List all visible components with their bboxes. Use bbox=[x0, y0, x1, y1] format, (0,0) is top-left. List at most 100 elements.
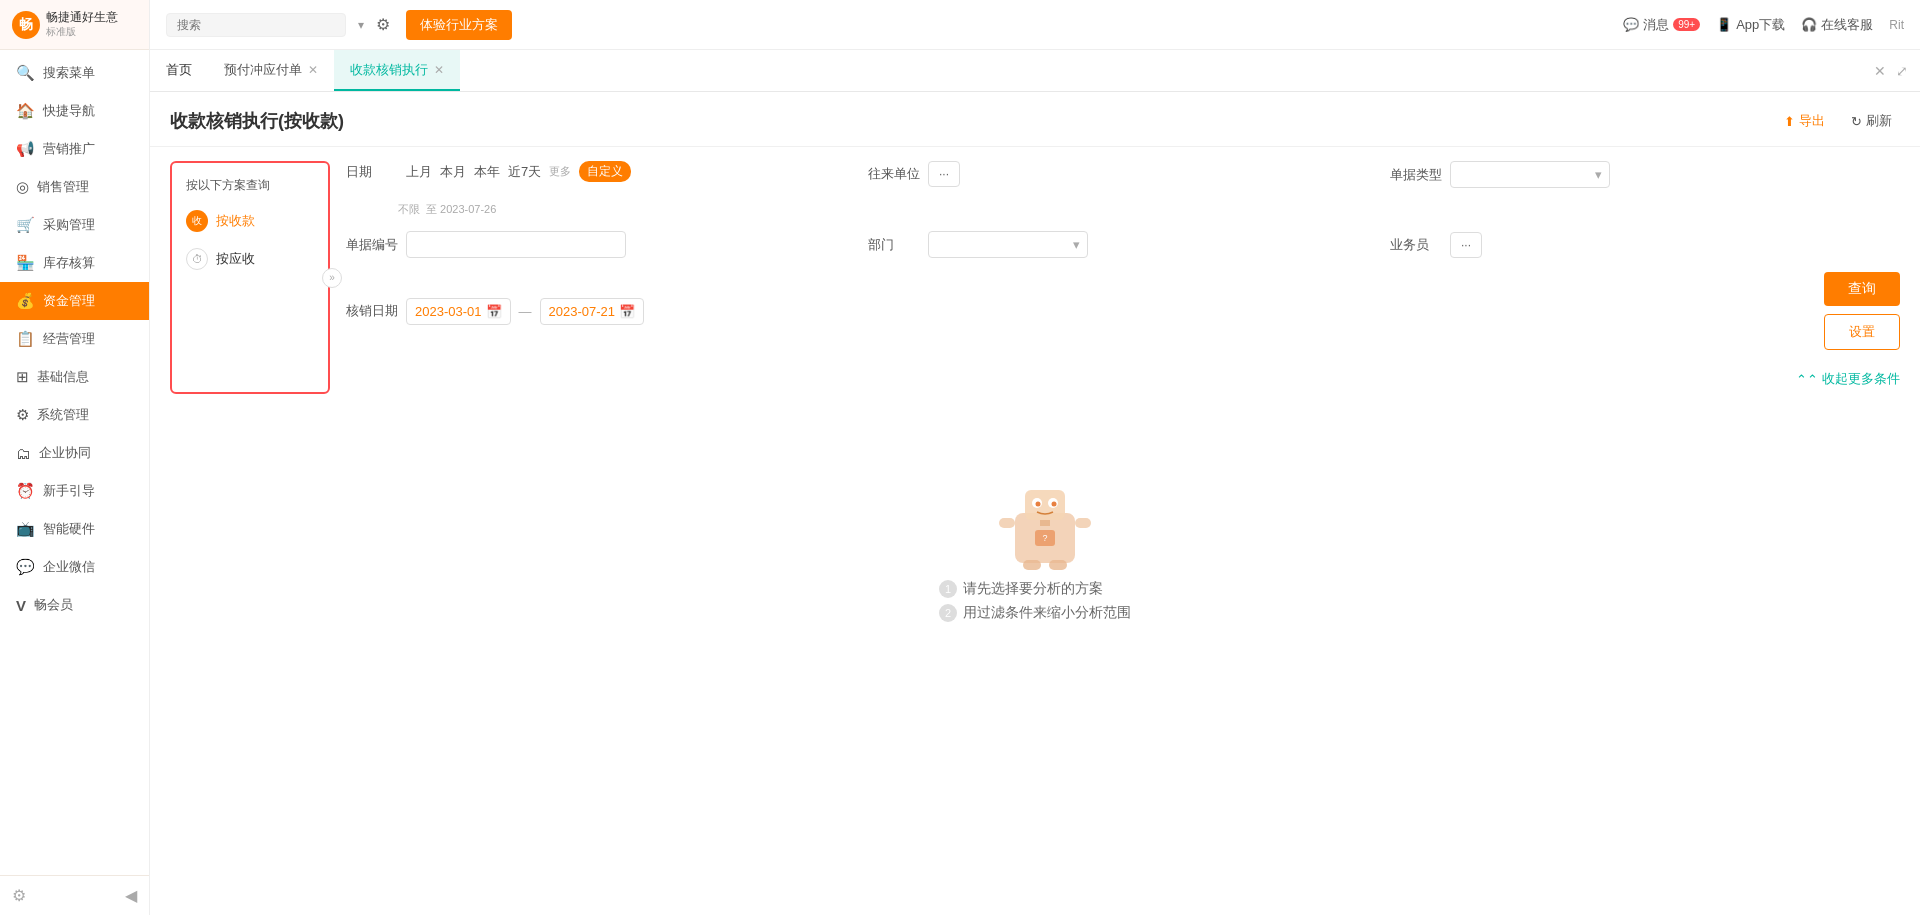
filter-option-by-receivable[interactable]: ⏱ 按应收 bbox=[172, 240, 328, 278]
sidebar-item-guide[interactable]: ⏰新手引导 bbox=[0, 472, 149, 510]
query-btn-col: 查询 设置 bbox=[1824, 272, 1900, 350]
sidebar-item-wechat[interactable]: 💬企业微信 bbox=[0, 548, 149, 586]
online-service-action[interactable]: 🎧 在线客服 bbox=[1801, 16, 1873, 34]
logo-subtitle: 标准版 bbox=[46, 25, 118, 39]
settings-gear-icon[interactable]: ⚙ bbox=[376, 15, 390, 34]
svg-rect-10 bbox=[1049, 560, 1067, 570]
main-area: ▾ ⚙ 体验行业方案 💬 消息 99+ 📱 App下载 🎧 在线客服 Rit 首… bbox=[150, 0, 1920, 915]
svg-rect-6 bbox=[1040, 520, 1050, 526]
date-7days[interactable]: 近7天 bbox=[508, 163, 541, 181]
receivable-icon: ⏱ bbox=[186, 248, 208, 270]
filter-date-label: 日期 bbox=[346, 163, 398, 181]
svg-rect-1 bbox=[1025, 490, 1065, 520]
query-button[interactable]: 查询 bbox=[1824, 272, 1900, 306]
filter-sidebar-title: 按以下方案查询 bbox=[172, 173, 328, 202]
date-more[interactable]: 更多 bbox=[549, 164, 571, 179]
date-options: 上月 本月 本年 近7天 更多 自定义 bbox=[406, 161, 631, 182]
verify-date-start-text: 2023-03-01 bbox=[415, 304, 482, 319]
date-no-limit: 不限 bbox=[398, 202, 420, 217]
sidebar-item-search-menu[interactable]: 🔍搜索菜单 bbox=[0, 54, 149, 92]
doc-number-input[interactable] bbox=[406, 231, 626, 258]
page-header: 收款核销执行(按收款) ⬆ 导出 ↻ 刷新 bbox=[150, 92, 1920, 147]
app-icon: 📱 bbox=[1716, 17, 1732, 32]
filter-date-col: 日期 上月 本月 本年 近7天 更多 自定义 bbox=[346, 161, 856, 182]
date-this-year[interactable]: 本年 bbox=[474, 163, 500, 181]
tip-num-2: 2 bbox=[939, 604, 957, 622]
tab-receivable-close[interactable]: ✕ bbox=[434, 63, 444, 77]
filter-area: 按以下方案查询 收 按收款 ⏱ 按应收 » 日期 bbox=[150, 147, 1920, 408]
doc-type-select[interactable] bbox=[1450, 161, 1610, 188]
sidebar-item-funds[interactable]: 💰资金管理 bbox=[0, 282, 149, 320]
calendar-end-icon: 📅 bbox=[619, 304, 635, 319]
sidebar-item-basic-info[interactable]: ⊞基础信息 bbox=[0, 358, 149, 396]
expand-icon[interactable]: ⤢ bbox=[1896, 63, 1908, 79]
empty-tip-2: 2 用过滤条件来缩小分析范围 bbox=[939, 604, 1131, 622]
page-header-actions: ⬆ 导出 ↻ 刷新 bbox=[1776, 108, 1900, 134]
doc-type-select-wrapper bbox=[1450, 161, 1610, 188]
tab-home[interactable]: 首页 bbox=[150, 50, 208, 91]
svg-text:?: ? bbox=[1042, 533, 1047, 543]
sidebar-item-vip[interactable]: V畅会员 bbox=[0, 586, 149, 624]
filter-dept-label: 部门 bbox=[868, 236, 920, 254]
filter-verify-date-col: 核销日期 2023-03-01 📅 — 2023-07-21 📅 bbox=[346, 298, 1374, 325]
collapse-sidebar-icon[interactable]: ◀ bbox=[125, 886, 137, 905]
svg-rect-9 bbox=[1023, 560, 1041, 570]
dept-select[interactable] bbox=[928, 231, 1088, 258]
message-icon: 💬 bbox=[1623, 17, 1639, 32]
sidebar-item-operations[interactable]: 📋经营管理 bbox=[0, 320, 149, 358]
filter-option-by-receipt[interactable]: 收 按收款 bbox=[172, 202, 328, 240]
date-custom-badge[interactable]: 自定义 bbox=[579, 161, 631, 182]
tab-actions: ✕ ⤢ bbox=[1862, 50, 1920, 91]
svg-rect-7 bbox=[999, 518, 1015, 528]
sidebar-item-purchase[interactable]: 🛒采购管理 bbox=[0, 206, 149, 244]
industry-solution-button[interactable]: 体验行业方案 bbox=[406, 10, 512, 40]
tab-prepaid[interactable]: 预付冲应付单 ✕ bbox=[208, 50, 334, 91]
sidebar-item-quick-nav[interactable]: 🏠快捷导航 bbox=[0, 92, 149, 130]
message-badge: 99+ bbox=[1673, 18, 1700, 31]
sidebar-item-marketing[interactable]: 📢营销推广 bbox=[0, 130, 149, 168]
tab-receivable[interactable]: 收款核销执行 ✕ bbox=[334, 50, 460, 91]
sidebar-item-system[interactable]: ⚙系统管理 bbox=[0, 396, 149, 434]
verify-date-end-text: 2023-07-21 bbox=[549, 304, 616, 319]
filter-staff-col: 业务员 ··· bbox=[1390, 232, 1900, 258]
verify-date-range: 2023-03-01 📅 — 2023-07-21 📅 bbox=[406, 298, 644, 325]
date-this-month[interactable]: 本月 bbox=[440, 163, 466, 181]
export-button[interactable]: ⬆ 导出 bbox=[1776, 108, 1833, 134]
filter-sidebar: 按以下方案查询 收 按收款 ⏱ 按应收 » bbox=[170, 161, 330, 394]
partner-ellipsis-btn[interactable]: ··· bbox=[928, 161, 960, 187]
staff-ellipsis-btn[interactable]: ··· bbox=[1450, 232, 1482, 258]
logo-icon: 畅 bbox=[12, 11, 40, 39]
logo: 畅 畅捷通好生意 标准版 bbox=[0, 0, 149, 50]
sidebar-item-smart-hardware[interactable]: 📺智能硬件 bbox=[0, 510, 149, 548]
search-chevron-icon[interactable]: ▾ bbox=[358, 18, 364, 32]
calendar-start-icon: 📅 bbox=[486, 304, 502, 319]
sidebar-nav: 🔍搜索菜单 🏠快捷导航 📢营销推广 ◎销售管理 🛒采购管理 🏪库存核算 💰资金管… bbox=[0, 50, 149, 875]
date-last-month[interactable]: 上月 bbox=[406, 163, 432, 181]
filter-sidebar-collapse[interactable]: » bbox=[322, 268, 342, 288]
sidebar-item-sales[interactable]: ◎销售管理 bbox=[0, 168, 149, 206]
filter-main: 日期 上月 本月 本年 近7天 更多 自定义 往来单位 ··· bbox=[346, 161, 1900, 394]
settings-icon[interactable]: ⚙ bbox=[12, 886, 26, 905]
close-window-icon[interactable]: ✕ bbox=[1874, 63, 1886, 79]
verify-date-end-input[interactable]: 2023-07-21 📅 bbox=[540, 298, 645, 325]
tip-num-1: 1 bbox=[939, 580, 957, 598]
export-icon: ⬆ bbox=[1784, 114, 1795, 129]
app-download-action[interactable]: 📱 App下载 bbox=[1716, 16, 1785, 34]
date-range-separator: — bbox=[519, 304, 532, 319]
topbar-search-input[interactable] bbox=[166, 13, 346, 37]
empty-state: ? 1 请先选择要分析的方案 2 用过滤条件来缩小分析范围 bbox=[150, 408, 1920, 688]
svg-point-5 bbox=[1052, 502, 1057, 507]
sidebar-item-enterprise[interactable]: 🗂企业协同 bbox=[0, 434, 149, 472]
sidebar-item-inventory[interactable]: 🏪库存核算 bbox=[0, 244, 149, 282]
headset-icon: 🎧 bbox=[1801, 17, 1817, 32]
tab-prepaid-close[interactable]: ✕ bbox=[308, 63, 318, 77]
filter-doc-number-label: 单据编号 bbox=[346, 236, 398, 254]
verify-date-start-input[interactable]: 2023-03-01 📅 bbox=[406, 298, 511, 325]
user-name[interactable]: Rit bbox=[1889, 18, 1904, 32]
setting-button[interactable]: 设置 bbox=[1824, 314, 1900, 350]
messages-action[interactable]: 💬 消息 99+ bbox=[1623, 16, 1700, 34]
filter-verify-date-label: 核销日期 bbox=[346, 302, 398, 320]
refresh-button[interactable]: ↻ 刷新 bbox=[1843, 108, 1900, 134]
filter-partner-label: 往来单位 bbox=[868, 165, 920, 183]
collapse-more-button[interactable]: ⌃⌃ 收起更多条件 bbox=[346, 364, 1900, 394]
